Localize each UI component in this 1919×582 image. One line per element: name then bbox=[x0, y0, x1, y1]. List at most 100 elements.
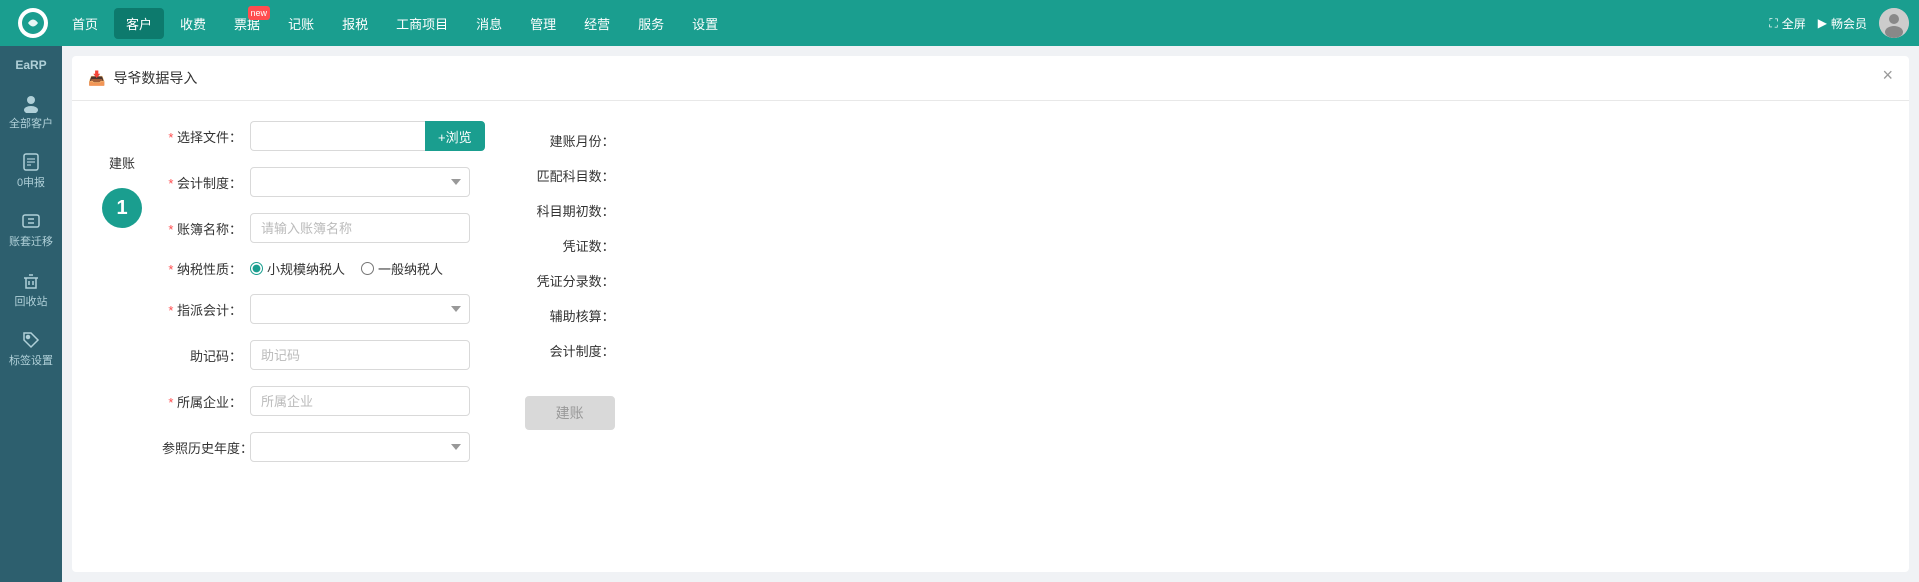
sidebar-item-migrate[interactable]: 账套迁移 bbox=[0, 202, 62, 257]
ledger-name-input[interactable] bbox=[250, 213, 470, 243]
radio-small-tax-input[interactable] bbox=[250, 262, 263, 275]
accountant-select[interactable] bbox=[250, 294, 470, 324]
ledger-name-row: 账簿名称： bbox=[162, 213, 485, 243]
main-panel: 📥 导爷数据导入 × 建账 1 选择文件： bbox=[72, 56, 1909, 572]
voucher-entries-row: 凭证分录数： bbox=[525, 271, 725, 290]
fullscreen-label: 全屏 bbox=[1782, 15, 1806, 32]
step-badge: 1 bbox=[102, 188, 142, 228]
file-text-input[interactable] bbox=[250, 121, 425, 151]
nav-item-service[interactable]: 服务 bbox=[626, 8, 676, 39]
nav-item-accounting[interactable]: 记账 bbox=[276, 8, 326, 39]
panel-title: 导爷数据导入 bbox=[113, 68, 197, 88]
radio-general-tax[interactable]: 一般纳税人 bbox=[361, 259, 443, 278]
ledger-name-label: 账簿名称： bbox=[162, 219, 242, 238]
accountant-label: 指派会计： bbox=[162, 300, 242, 319]
top-navigation: 首页 客户 收费 票据 new 记账 报税 工商项目 消息 管理 经营 服务 设… bbox=[0, 0, 1919, 46]
company-input[interactable] bbox=[250, 386, 470, 416]
file-label: 选择文件： bbox=[162, 127, 242, 146]
nav-item-home[interactable]: 首页 bbox=[60, 8, 110, 39]
panel-close-button[interactable]: × bbox=[1882, 66, 1893, 84]
nav-item-message[interactable]: 消息 bbox=[464, 8, 514, 39]
tax-type-row: 纳税性质： 小规模纳税人 一般纳税人 bbox=[162, 259, 485, 278]
logo-icon bbox=[18, 8, 48, 38]
tax-type-label: 纳税性质： bbox=[162, 259, 242, 278]
nav-item-invoice[interactable]: 票据 new bbox=[222, 8, 272, 39]
build-month-row: 建账月份： bbox=[525, 131, 725, 150]
recycle-icon bbox=[20, 270, 42, 292]
app-logo bbox=[10, 0, 56, 46]
form-left: 建账 1 选择文件： +浏览 bbox=[102, 121, 485, 462]
browse-button[interactable]: +浏览 bbox=[425, 121, 485, 151]
history-year-select[interactable] bbox=[250, 432, 470, 462]
company-row: 所属企业： bbox=[162, 386, 485, 416]
nav-right: ⛶ 全屏 ▶ 畅会员 bbox=[1769, 8, 1909, 38]
earp-logo-text: EaRP bbox=[15, 54, 46, 76]
main-layout: EaRP 全部客户 0申报 bbox=[0, 46, 1919, 582]
nav-item-business[interactable]: 工商项目 bbox=[384, 8, 460, 39]
voucher-row: 凭证数： bbox=[525, 236, 725, 255]
memo-label: 助记码： bbox=[162, 346, 242, 365]
file-row: 选择文件： +浏览 bbox=[162, 121, 485, 151]
accounting-system-row: 会计制度： bbox=[162, 167, 485, 197]
sidebar-label-tag: 标签设置 bbox=[9, 355, 53, 368]
member-button[interactable]: ▶ 畅会员 bbox=[1818, 15, 1867, 32]
match-subjects-row: 匹配科目数： bbox=[525, 166, 725, 185]
memo-input[interactable] bbox=[250, 340, 470, 370]
nav-item-billing[interactable]: 收费 bbox=[168, 8, 218, 39]
form-fields: 选择文件： +浏览 会计制度： bbox=[162, 121, 485, 462]
sidebar-item-declare[interactable]: 0申报 bbox=[0, 143, 62, 198]
create-account-button[interactable]: 建账 bbox=[525, 396, 615, 430]
radio-general-tax-input[interactable] bbox=[361, 262, 374, 275]
tax-radio-group: 小规模纳税人 一般纳税人 bbox=[250, 259, 443, 278]
sidebar-label-recycle: 回收站 bbox=[15, 296, 48, 309]
build-month-label: 建账月份： bbox=[525, 131, 615, 150]
sidebar-item-all-clients[interactable]: 全部客户 bbox=[0, 84, 62, 139]
accounting-system-label: 会计制度： bbox=[162, 173, 242, 192]
declare-icon bbox=[20, 151, 42, 173]
auxiliary-row: 辅助核算： bbox=[525, 306, 725, 325]
radio-small-tax-label: 小规模纳税人 bbox=[267, 259, 345, 278]
user-avatar[interactable] bbox=[1879, 8, 1909, 38]
form-right: 建账月份： 匹配科目数： 科目期初数： 凭证数： bbox=[525, 121, 725, 462]
history-year-label: 参照历史年度： bbox=[162, 438, 242, 457]
all-clients-icon bbox=[20, 92, 42, 114]
new-badge: new bbox=[248, 6, 271, 20]
auxiliary-label: 辅助核算： bbox=[525, 306, 615, 325]
nav-item-manage[interactable]: 管理 bbox=[518, 8, 568, 39]
nav-item-tax[interactable]: 报税 bbox=[330, 8, 380, 39]
accounting-system-select[interactable] bbox=[250, 167, 470, 197]
content-area: 📥 导爷数据导入 × 建账 1 选择文件： bbox=[62, 46, 1919, 582]
nav-item-operation[interactable]: 经营 bbox=[572, 8, 622, 39]
sidebar-label-migrate: 账套迁移 bbox=[9, 236, 53, 249]
accountant-row: 指派会计： bbox=[162, 294, 485, 324]
step-label: 建账 bbox=[109, 153, 135, 172]
radio-general-tax-label: 一般纳税人 bbox=[378, 259, 443, 278]
member-icon: ▶ bbox=[1818, 16, 1827, 30]
panel-header-icon: 📥 bbox=[88, 70, 105, 87]
match-subjects-label: 匹配科目数： bbox=[525, 166, 615, 185]
radio-small-tax[interactable]: 小规模纳税人 bbox=[250, 259, 345, 278]
fullscreen-button[interactable]: ⛶ 全屏 bbox=[1769, 15, 1805, 32]
sidebar-label-declare: 0申报 bbox=[17, 177, 45, 190]
voucher-entries-label: 凭证分录数： bbox=[525, 271, 615, 290]
initial-amount-row: 科目期初数： bbox=[525, 201, 725, 220]
nav-item-customer[interactable]: 客户 bbox=[114, 8, 164, 39]
voucher-label: 凭证数： bbox=[525, 236, 615, 255]
sidebar-label-all-clients: 全部客户 bbox=[9, 118, 53, 131]
fullscreen-icon: ⛶ bbox=[1769, 16, 1777, 31]
panel-header: 📥 导爷数据导入 bbox=[72, 56, 1909, 101]
migrate-icon bbox=[20, 210, 42, 232]
sidebar-item-tag[interactable]: 标签设置 bbox=[0, 321, 62, 376]
tag-icon bbox=[20, 329, 42, 351]
right-accounting-system-row: 会计制度： bbox=[525, 341, 725, 360]
initial-amount-label: 科目期初数： bbox=[525, 201, 615, 220]
company-label: 所属企业： bbox=[162, 392, 242, 411]
right-accounting-system-label: 会计制度： bbox=[525, 341, 615, 360]
sidebar-item-recycle[interactable]: 回收站 bbox=[0, 262, 62, 317]
member-label: 畅会员 bbox=[1831, 15, 1867, 32]
nav-item-settings[interactable]: 设置 bbox=[680, 8, 730, 39]
memo-row: 助记码： bbox=[162, 340, 485, 370]
form-container: 建账 1 选择文件： +浏览 bbox=[72, 101, 1909, 482]
create-btn-wrapper: 建账 bbox=[525, 386, 725, 430]
history-year-row: 参照历史年度： bbox=[162, 432, 485, 462]
